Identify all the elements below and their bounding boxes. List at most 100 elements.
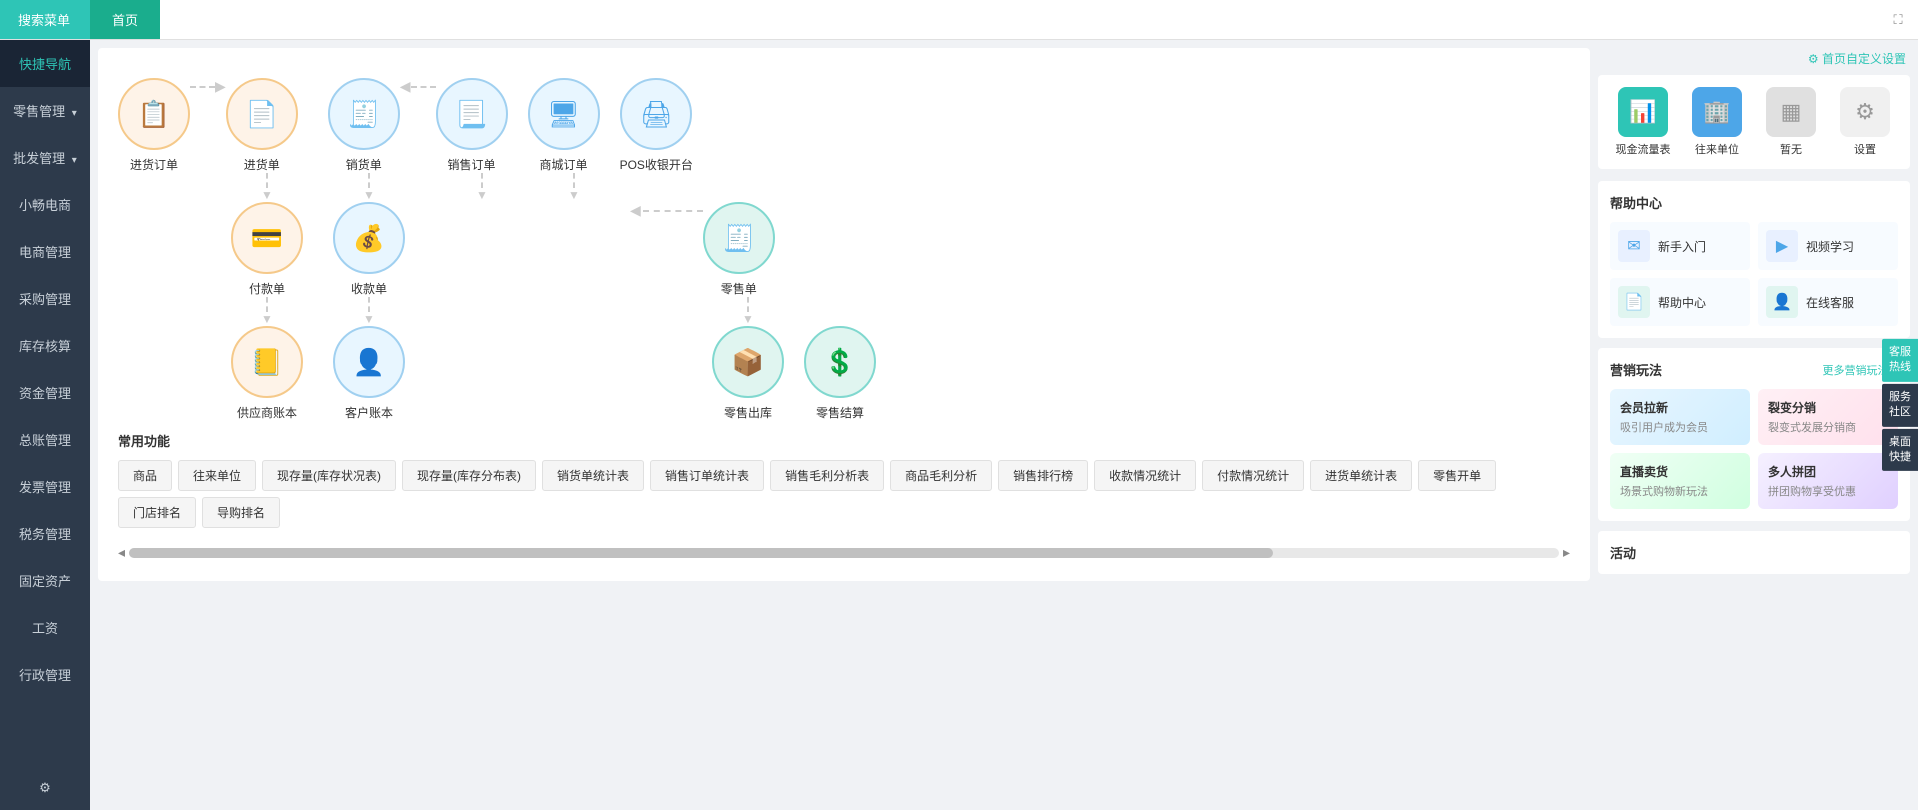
supplier-label: 供应商账本	[237, 404, 297, 421]
sidebar-item-invoice[interactable]: 发票管理	[0, 463, 90, 510]
expand-icon[interactable]: ⛶	[1888, 10, 1908, 30]
quick-icon-none[interactable]: ▦ 暂无	[1758, 87, 1824, 157]
activity-title: 活动	[1610, 543, 1898, 562]
sidebar-item-finance[interactable]: 资金管理	[0, 369, 90, 416]
sidebar-item-inventory[interactable]: 库存核算	[0, 322, 90, 369]
flow-node-sales-order[interactable]: 📃 销售订单	[436, 78, 508, 173]
pos-label: POS收银开台	[620, 156, 693, 173]
flow-node-retail-settlement[interactable]: 💲 零售结算	[804, 326, 876, 421]
flow-node-retail-outbound[interactable]: 📦 零售出库	[712, 326, 784, 421]
activity-section: 活动	[1598, 531, 1910, 574]
func-btn-stock2[interactable]: 现存量(库存分布表)	[402, 460, 536, 491]
help-item-help[interactable]: 📄 帮助中心	[1610, 278, 1750, 326]
purchase-bill-icon: 📄	[226, 78, 298, 150]
func-btn-purchase-stat[interactable]: 进货单统计表	[1310, 460, 1412, 491]
help-item-online[interactable]: 👤 在线客服	[1758, 278, 1898, 326]
sidebar-item-ledger[interactable]: 总账管理	[0, 416, 90, 463]
sidebar-item-assets[interactable]: 固定资产	[0, 557, 90, 604]
flow-node-retail-order[interactable]: 🧾 零售单	[703, 202, 775, 297]
payment-label: 付款单	[249, 280, 285, 297]
marketing-member[interactable]: 会员拉新 吸引用户成为会员	[1610, 389, 1750, 445]
customize-header[interactable]: ⚙ 首页自定义设置	[1598, 48, 1910, 75]
payment-icon: 💳	[231, 202, 303, 274]
help-title: 帮助中心	[1610, 193, 1898, 212]
quick-icon-cashflow[interactable]: 📊 现金流量表	[1610, 87, 1676, 157]
marketing-section: 营销玩法 更多营销玩法 > 会员拉新 吸引用户成为会员 裂变分销 裂变式发展分销…	[1598, 348, 1910, 521]
sidebar-item-ecommerce[interactable]: 电商管理	[0, 228, 90, 275]
top-bar: 搜索菜单 首页 ⛶	[0, 0, 1918, 40]
scroll-left-arrow[interactable]: ◂	[118, 544, 125, 561]
sidebar-item-quick-nav[interactable]: 快捷导航	[0, 40, 90, 87]
video-label: 视频学习	[1806, 238, 1854, 255]
receipt-icon: 💰	[333, 202, 405, 274]
customer-icon: 👤	[333, 326, 405, 398]
flow-node-purchase-order[interactable]: 📋 进货订单	[118, 78, 190, 173]
float-btn-service[interactable]: 客服热线	[1882, 339, 1918, 382]
func-btn-guide-rank[interactable]: 导购排名	[202, 497, 280, 528]
flow-node-supplier[interactable]: 📒 供应商账本	[231, 326, 303, 421]
mall-order-label: 商城订单	[540, 156, 588, 173]
receipt-label: 收款单	[351, 280, 387, 297]
func-btn-receipt-stat[interactable]: 收款情况统计	[1094, 460, 1196, 491]
func-btn-sales-rank[interactable]: 销售排行榜	[998, 460, 1088, 491]
retail-outbound-icon: 📦	[712, 326, 784, 398]
help-item-beginner[interactable]: ✉ 新手入门	[1610, 222, 1750, 270]
sidebar-item-retail[interactable]: 零售管理 ▾	[0, 87, 90, 134]
flow-node-mall-order[interactable]: 🖥 商城订单	[528, 78, 600, 173]
sidebar-item-more[interactable]: 行政管理	[0, 651, 90, 698]
flow-node-pos[interactable]: 🖨 POS收银开台	[620, 78, 693, 173]
supplier-icon: 📒	[231, 326, 303, 398]
flow-node-customer[interactable]: 👤 客户账本	[333, 326, 405, 421]
quick-icon-settings[interactable]: ⚙ 设置	[1832, 87, 1898, 157]
member-title: 会员拉新	[1620, 399, 1740, 416]
scroll-bar[interactable]	[129, 548, 1559, 558]
purchase-bill-label: 进货单	[244, 156, 280, 173]
flow-node-purchase-bill[interactable]: 📄 进货单	[226, 78, 298, 173]
beginner-icon: ✉	[1618, 230, 1650, 262]
gear-icon: ⚙	[1808, 52, 1819, 66]
func-btn-goods[interactable]: 商品	[118, 460, 172, 491]
help-item-video[interactable]: ▶ 视频学习	[1758, 222, 1898, 270]
func-btn-units[interactable]: 往来单位	[178, 460, 256, 491]
settings-icon-label: 设置	[1854, 141, 1876, 157]
sidebar-gear-icon[interactable]: ⚙	[0, 766, 90, 810]
sidebar-item-purchase[interactable]: 采购管理	[0, 275, 90, 322]
retail-order-label: 零售单	[721, 280, 757, 297]
func-btn-sales-stat[interactable]: 销货单统计表	[542, 460, 644, 491]
sidebar-item-wholesale[interactable]: 批发管理 ▾	[0, 134, 90, 181]
sidebar-item-payroll[interactable]: 工资	[0, 604, 90, 651]
search-menu-button[interactable]: 搜索菜单	[0, 0, 90, 39]
marketing-live[interactable]: 直播卖货 场景式购物新玩法	[1610, 453, 1750, 509]
flowchart-area: 📋 进货订单 ▶ 📄 进货单	[118, 68, 1570, 431]
flow-node-payment[interactable]: 💳 付款单	[231, 202, 303, 297]
flow-node-sales-bill[interactable]: 🧾 销货单	[328, 78, 400, 173]
func-btn-stock1[interactable]: 现存量(库存状况表)	[262, 460, 396, 491]
units-icon-box: 🏢	[1692, 87, 1742, 137]
home-tab[interactable]: 首页	[90, 0, 160, 39]
scroll-row: ◂ ▸	[118, 538, 1570, 561]
func-btn-sales-margin[interactable]: 销售毛利分析表	[770, 460, 884, 491]
sidebar-item-tax[interactable]: 税务管理	[0, 510, 90, 557]
func-btn-sales-order-stat[interactable]: 销售订单统计表	[650, 460, 764, 491]
sidebar-item-ecommerce-small[interactable]: 小畅电商	[0, 181, 90, 228]
func-btn-store-rank[interactable]: 门店排名	[118, 497, 196, 528]
right-panel: ⚙ 首页自定义设置 📊 现金流量表 🏢 往来单位 ▦ 暂无 ⚙	[1598, 40, 1918, 810]
scroll-right-arrow[interactable]: ▸	[1563, 544, 1570, 561]
sales-bill-icon: 🧾	[328, 78, 400, 150]
flow-node-receipt[interactable]: 💰 收款单	[333, 202, 405, 297]
live-title: 直播卖货	[1620, 463, 1740, 480]
marketing-fission[interactable]: 裂变分销 裂变式发展分销商	[1758, 389, 1898, 445]
sales-order-icon: 📃	[436, 78, 508, 150]
fission-title: 裂变分销	[1768, 399, 1888, 416]
float-btn-desktop[interactable]: 桌面快捷	[1882, 428, 1918, 471]
func-btn-goods-margin[interactable]: 商品毛利分析	[890, 460, 992, 491]
none-icon-label: 暂无	[1780, 141, 1802, 157]
mall-order-icon: 🖥	[528, 78, 600, 150]
quick-icon-units[interactable]: 🏢 往来单位	[1684, 87, 1750, 157]
func-btn-retail-order[interactable]: 零售开单	[1418, 460, 1496, 491]
float-btn-community[interactable]: 服务社区	[1882, 384, 1918, 427]
marketing-group[interactable]: 多人拼团 拼团购物享受优惠	[1758, 453, 1898, 509]
fission-sub: 裂变式发展分销商	[1768, 419, 1888, 435]
marketing-title: 营销玩法	[1610, 360, 1662, 379]
func-btn-payment-stat[interactable]: 付款情况统计	[1202, 460, 1304, 491]
